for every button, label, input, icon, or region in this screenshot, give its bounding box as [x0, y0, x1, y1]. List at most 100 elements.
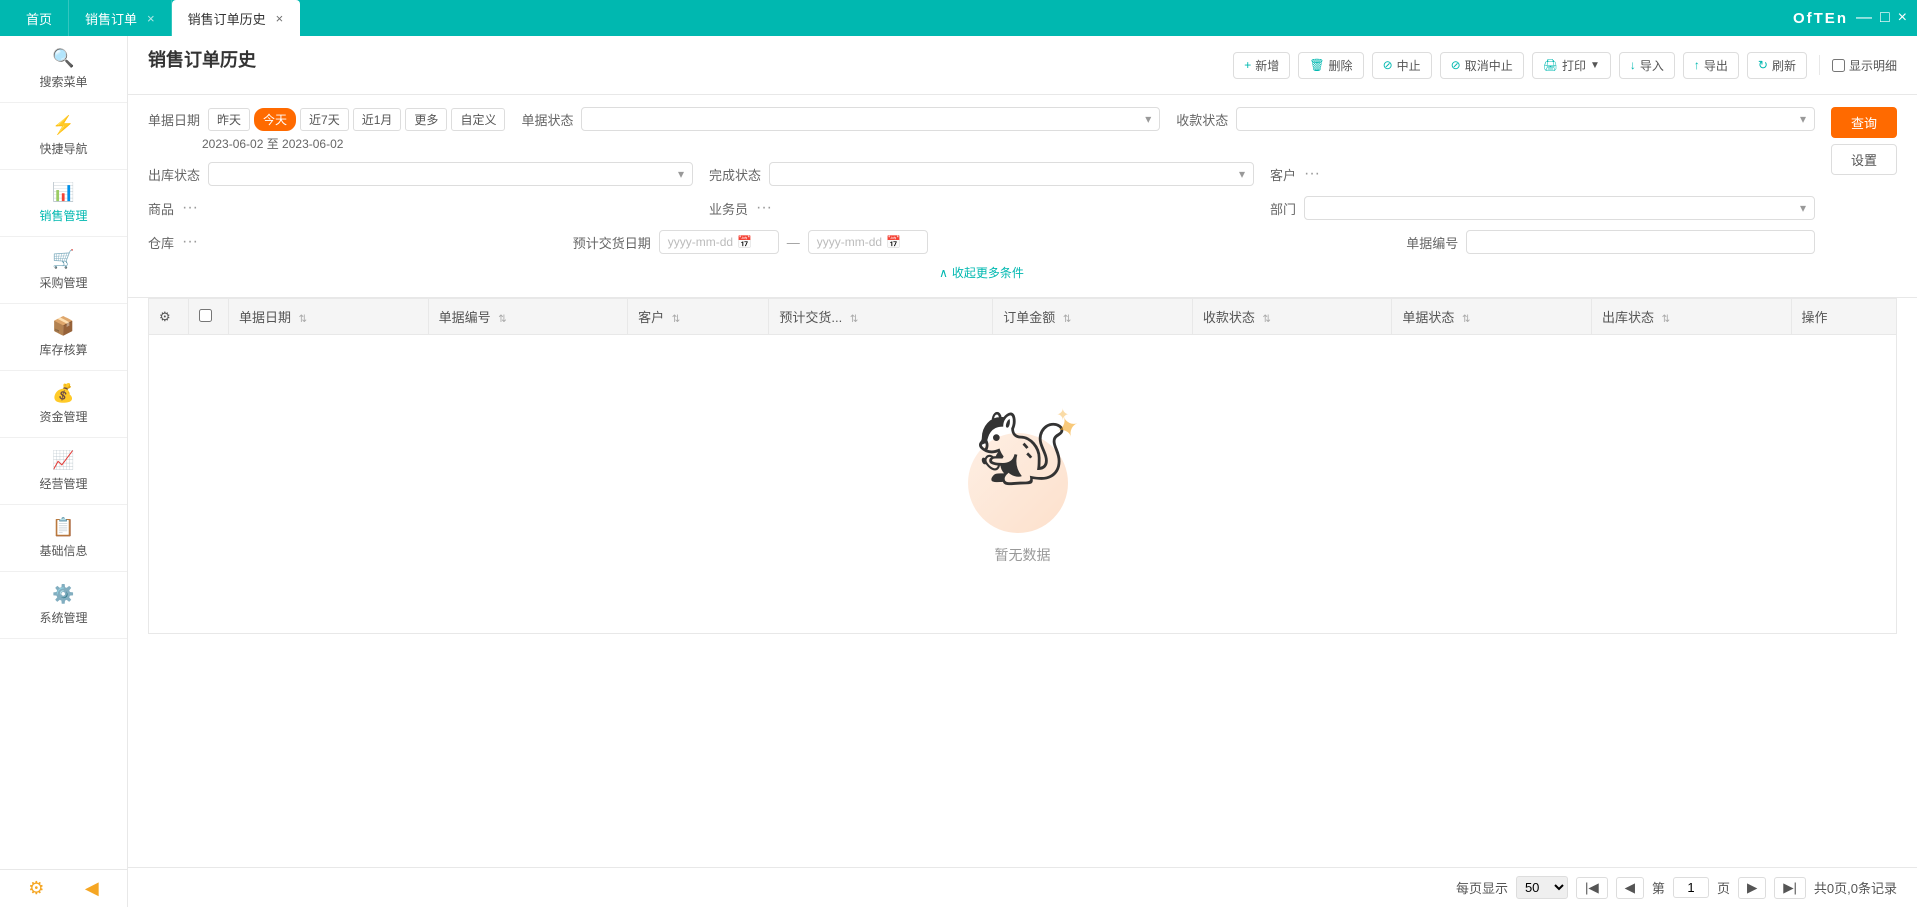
- new-button[interactable]: + 新增: [1233, 52, 1290, 79]
- delete-button[interactable]: 🗑 删除: [1298, 52, 1363, 79]
- th-customer[interactable]: 客户 ⇅: [628, 299, 769, 335]
- sidebar-item-quick-nav[interactable]: ⚡ 快捷导航: [0, 103, 127, 170]
- display-columns-checkbox[interactable]: [1832, 59, 1845, 72]
- goods-select-btn[interactable]: ···: [182, 199, 198, 217]
- delivery-date-from-cal-icon[interactable]: 📅: [737, 235, 752, 249]
- th-outbound-sort-icon: ⇅: [1662, 314, 1670, 325]
- prev-page-btn[interactable]: ◀: [1616, 877, 1644, 899]
- th-bill[interactable]: 单据状态 ⇅: [1392, 299, 1592, 335]
- search-menu-icon: 🔍: [52, 48, 74, 69]
- collapse-label: 收起更多条件: [952, 264, 1024, 281]
- th-checkbox[interactable]: [189, 299, 229, 335]
- window-maximize[interactable]: □: [1880, 9, 1890, 27]
- inventory-icon: 📦: [52, 316, 74, 337]
- print-button[interactable]: 🖨 打印 ▼: [1532, 52, 1611, 79]
- filter-right-buttons: 查询 设置: [1831, 107, 1897, 175]
- finance-icon: 💰: [52, 383, 74, 404]
- date-btn-last1m[interactable]: 近1月: [353, 108, 402, 131]
- sidebar-item-sys-mgmt-label: 系统管理: [39, 609, 87, 626]
- next-page-btn[interactable]: ▶: [1738, 877, 1766, 899]
- refresh-button[interactable]: ↻ 刷新: [1747, 52, 1807, 79]
- salesperson-select-btn[interactable]: ···: [756, 199, 772, 217]
- date-btn-more[interactable]: 更多: [405, 108, 447, 131]
- tab-sales-order-history-close[interactable]: ×: [276, 11, 284, 26]
- sidebar-item-finance[interactable]: 💰 资金管理: [0, 371, 127, 438]
- sidebar-item-base-info[interactable]: 📋 基础信息: [0, 505, 127, 572]
- tab-sales-order-history[interactable]: 销售订单历史 ×: [172, 0, 301, 36]
- stop-label: 中止: [1397, 57, 1421, 74]
- main-layout: 🔍 搜索菜单 ⚡ 快捷导航 📊 销售管理 🛒 采购管理 📦 库存核算 💰 资金管…: [0, 36, 1917, 907]
- last-page-btn[interactable]: ▶|: [1774, 877, 1806, 899]
- sidebar-settings-btn[interactable]: ⚙: [28, 878, 44, 899]
- out-status-select[interactable]: ▾: [208, 162, 693, 186]
- tab-home[interactable]: 首页: [10, 0, 69, 36]
- out-status-arrow-icon: ▾: [678, 167, 684, 181]
- collapse-bar[interactable]: ∧ 收起更多条件: [148, 260, 1815, 285]
- bill-number-input[interactable]: [1466, 230, 1815, 254]
- sidebar-bottom: ⚙ ◀: [0, 869, 127, 907]
- import-button[interactable]: ↓ 导入: [1619, 52, 1675, 79]
- sidebar-item-purchase-mgmt[interactable]: 🛒 采购管理: [0, 237, 127, 304]
- th-outbound[interactable]: 出库状态 ⇅: [1591, 299, 1791, 335]
- sidebar-item-sales-mgmt[interactable]: 📊 销售管理: [0, 170, 127, 237]
- th-outbound-label: 出库状态: [1602, 310, 1654, 325]
- th-payment-label: 收款状态: [1203, 310, 1255, 325]
- cancel-stop-button[interactable]: ⊘ 取消中止: [1440, 52, 1524, 79]
- tab-sales-order[interactable]: 销售订单 ×: [69, 0, 172, 36]
- page-size-select[interactable]: 50 20 100: [1516, 876, 1568, 899]
- th-date[interactable]: 单据日期 ⇅: [229, 299, 429, 335]
- date-btn-yesterday[interactable]: 昨天: [208, 108, 250, 131]
- filter-area: 单据日期 昨天 今天 近7天 近1月 更多 自定义 单据状态: [128, 95, 1917, 298]
- delivery-date-to-cal-icon[interactable]: 📅: [886, 235, 901, 249]
- customer-select-btn[interactable]: ···: [1304, 165, 1320, 183]
- complete-status-arrow-icon: ▾: [1239, 167, 1245, 181]
- page-number-input[interactable]: [1673, 877, 1709, 898]
- th-amount-sort-icon: ⇅: [1063, 314, 1071, 325]
- sidebar-item-sys-mgmt[interactable]: ⚙️ 系统管理: [0, 572, 127, 639]
- filter-payment-status: 收款状态 ▾: [1176, 107, 1815, 131]
- payment-status-select[interactable]: ▾: [1236, 107, 1815, 131]
- sidebar-item-operations[interactable]: 📈 经营管理: [0, 438, 127, 505]
- department-select[interactable]: ▾: [1304, 196, 1815, 220]
- query-button[interactable]: 查询: [1831, 107, 1897, 138]
- export-icon: ↑: [1694, 58, 1700, 72]
- display-columns-checkbox-label[interactable]: 显示明细: [1832, 57, 1897, 74]
- window-minimize[interactable]: —: [1856, 9, 1872, 27]
- filter-date-item: 单据日期 昨天 今天 近7天 近1月 更多 自定义: [148, 108, 505, 131]
- sales-mgmt-icon: 📊: [52, 182, 74, 203]
- complete-status-select[interactable]: ▾: [769, 162, 1254, 186]
- date-buttons-group: 昨天 今天 近7天 近1月 更多 自定义: [208, 108, 505, 131]
- operations-icon: 📈: [52, 450, 74, 471]
- sidebar-item-finance-label: 资金管理: [39, 408, 87, 425]
- th-payment[interactable]: 收款状态 ⇅: [1192, 299, 1392, 335]
- sidebar-item-search-menu[interactable]: 🔍 搜索菜单: [0, 36, 127, 103]
- tab-sales-order-close[interactable]: ×: [147, 11, 155, 26]
- first-page-btn[interactable]: |◀: [1576, 877, 1608, 899]
- delete-icon: 🗑: [1309, 58, 1324, 72]
- filter-settings-button[interactable]: 设置: [1831, 144, 1897, 175]
- window-close[interactable]: ×: [1898, 9, 1907, 27]
- th-delivery[interactable]: 预计交货... ⇅: [769, 299, 993, 335]
- table-area: ⚙ 单据日期 ⇅ 单据编号 ⇅ 客户 ⇅: [128, 298, 1917, 867]
- delivery-date-to-value: yyyy-mm-dd: [817, 235, 882, 249]
- th-operation: 操作: [1791, 299, 1897, 335]
- delivery-date-from-input[interactable]: yyyy-mm-dd 📅: [659, 230, 779, 254]
- date-btn-custom[interactable]: 自定义: [451, 108, 505, 131]
- tab-home-label: 首页: [26, 9, 52, 28]
- export-button[interactable]: ↑ 导出: [1683, 52, 1739, 79]
- bill-status-select[interactable]: ▾: [581, 107, 1160, 131]
- toolbar-divider: [1819, 55, 1820, 75]
- sidebar-collapse-btn[interactable]: ◀: [85, 878, 99, 899]
- date-btn-today[interactable]: 今天: [254, 108, 296, 131]
- th-settings[interactable]: ⚙: [149, 299, 189, 335]
- th-number[interactable]: 单据编号 ⇅: [428, 299, 628, 335]
- customer-label: 客户: [1270, 165, 1296, 184]
- select-all-checkbox[interactable]: [199, 309, 212, 322]
- delivery-date-to-input[interactable]: yyyy-mm-dd 📅: [808, 230, 928, 254]
- warehouse-select-btn[interactable]: ···: [182, 233, 198, 251]
- sidebar-item-inventory[interactable]: 📦 库存核算: [0, 304, 127, 371]
- th-amount[interactable]: 订单金额 ⇅: [993, 299, 1193, 335]
- date-btn-last7[interactable]: 近7天: [300, 108, 349, 131]
- stop-button[interactable]: ⊘ 中止: [1372, 52, 1432, 79]
- sidebar: 🔍 搜索菜单 ⚡ 快捷导航 📊 销售管理 🛒 采购管理 📦 库存核算 💰 资金管…: [0, 36, 128, 907]
